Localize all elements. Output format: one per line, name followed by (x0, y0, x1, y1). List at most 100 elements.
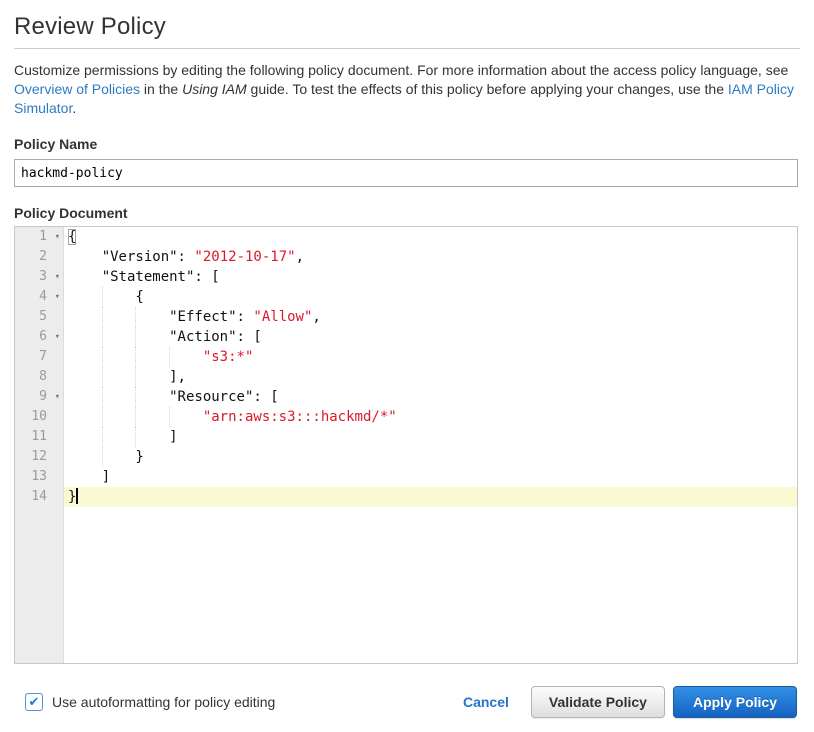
indent-guide (102, 367, 136, 387)
indent-guide (135, 327, 169, 347)
code-text: { (68, 229, 76, 245)
indent (68, 427, 102, 447)
code-line[interactable]: ], (64, 367, 797, 387)
line-number: 5 (39, 309, 47, 324)
intro-text-1: Customize permissions by editing the fol… (14, 62, 788, 78)
code-line[interactable]: "Statement": [ (64, 267, 797, 287)
cancel-link[interactable]: Cancel (463, 694, 509, 710)
code-line[interactable]: { (64, 227, 797, 247)
editor-code[interactable]: { "Version": "2012-10-17", "Statement": [ {… (64, 227, 797, 663)
indent (68, 407, 102, 427)
indent-guide (102, 327, 136, 347)
autoformat-option[interactable]: ✔ Use autoformatting for policy editing (25, 693, 275, 711)
apply-policy-button[interactable]: Apply Policy (673, 686, 797, 718)
line-number: 1 (39, 229, 47, 244)
indent (68, 267, 102, 287)
code-line[interactable]: "arn:aws:s3:::hackmd/*" (64, 407, 797, 427)
autoformat-checkbox[interactable]: ✔ (25, 693, 43, 711)
code-text: } (135, 449, 143, 465)
line-number: 12 (31, 449, 47, 464)
indent-guide (135, 307, 169, 327)
fold-arrow-icon[interactable]: ▾ (55, 267, 60, 287)
policy-name-input[interactable] (14, 159, 798, 187)
code-text: , (312, 309, 320, 325)
intro-text-3: guide. To test the effects of this polic… (247, 81, 728, 97)
code-text: "Effect": (169, 309, 253, 325)
indent-guide (135, 347, 169, 367)
indent-guide (102, 447, 136, 467)
line-number: 8 (39, 369, 47, 384)
page-title: Review Policy (14, 13, 800, 41)
code-line[interactable]: { (64, 287, 797, 307)
intro-text-2: in the (140, 81, 182, 97)
overview-of-policies-link[interactable]: Overview of Policies (14, 81, 140, 97)
indent-guide (169, 347, 203, 367)
autoformat-label: Use autoformatting for policy editing (52, 694, 275, 710)
indent-guide (102, 387, 136, 407)
gutter-line[interactable]: 7 (15, 347, 63, 367)
gutter-line[interactable]: 13 (15, 467, 63, 487)
checkmark-icon: ✔ (29, 695, 40, 708)
code-text: "Statement": [ (102, 269, 220, 285)
indent-guide (169, 407, 203, 427)
code-text: ] (169, 429, 177, 445)
gutter-line[interactable]: 1▾ (15, 227, 63, 247)
action-buttons: Cancel Validate Policy Apply Policy (463, 686, 797, 718)
gutter-line[interactable]: 14 (15, 487, 63, 507)
line-number: 4 (39, 289, 47, 304)
indent-guide (135, 407, 169, 427)
code-line[interactable]: "Resource": [ (64, 387, 797, 407)
indent-guide (135, 367, 169, 387)
gutter-line[interactable]: 2 (15, 247, 63, 267)
fold-arrow-icon[interactable]: ▾ (55, 387, 60, 407)
editor-gutter: 1▾23▾4▾56▾789▾1011121314 (15, 227, 64, 663)
line-number: 6 (39, 329, 47, 344)
code-line[interactable]: "s3:*" (64, 347, 797, 367)
intro-text-4: . (72, 100, 76, 116)
code-line[interactable]: } (64, 487, 797, 507)
indent-guide (102, 347, 136, 367)
policy-document-editor[interactable]: 1▾23▾4▾56▾789▾1011121314 {"Version": "20… (14, 226, 798, 664)
policy-name-label: Policy Name (14, 136, 800, 152)
fold-arrow-icon[interactable]: ▾ (55, 327, 60, 347)
code-string: "Allow" (253, 309, 312, 325)
code-string: "s3:*" (203, 349, 254, 365)
line-number: 14 (31, 489, 47, 504)
indent (68, 447, 102, 467)
code-text: , (296, 249, 304, 265)
line-number: 11 (31, 429, 47, 444)
indent (68, 327, 102, 347)
indent (68, 307, 102, 327)
gutter-line[interactable]: 11 (15, 427, 63, 447)
code-text: } (68, 489, 76, 505)
code-line[interactable]: "Version": "2012-10-17", (64, 247, 797, 267)
code-line[interactable]: "Effect": "Allow", (64, 307, 797, 327)
code-text: ], (169, 369, 186, 385)
gutter-line[interactable]: 3▾ (15, 267, 63, 287)
indent (68, 367, 102, 387)
fold-arrow-icon[interactable]: ▾ (55, 287, 60, 307)
review-policy-page: Review Policy Customize permissions by e… (0, 13, 814, 717)
line-number: 7 (39, 349, 47, 364)
code-line[interactable]: ] (64, 467, 797, 487)
indent-guide (102, 307, 136, 327)
indent-guide (135, 387, 169, 407)
gutter-line[interactable]: 9▾ (15, 387, 63, 407)
validate-policy-button[interactable]: Validate Policy (531, 686, 665, 718)
gutter-line[interactable]: 4▾ (15, 287, 63, 307)
code-line[interactable]: "Action": [ (64, 327, 797, 347)
gutter-line[interactable]: 8 (15, 367, 63, 387)
fold-arrow-icon[interactable]: ▾ (55, 227, 60, 247)
text-cursor (76, 488, 78, 504)
gutter-line[interactable]: 5 (15, 307, 63, 327)
title-divider (14, 48, 800, 49)
gutter-line[interactable]: 6▾ (15, 327, 63, 347)
gutter-line[interactable]: 12 (15, 447, 63, 467)
code-line[interactable]: } (64, 447, 797, 467)
code-text: "Resource": [ (169, 389, 279, 405)
line-number: 9 (39, 389, 47, 404)
line-number: 13 (31, 469, 47, 484)
code-line[interactable]: ] (64, 427, 797, 447)
gutter-line[interactable]: 10 (15, 407, 63, 427)
indent-guide (102, 287, 136, 307)
